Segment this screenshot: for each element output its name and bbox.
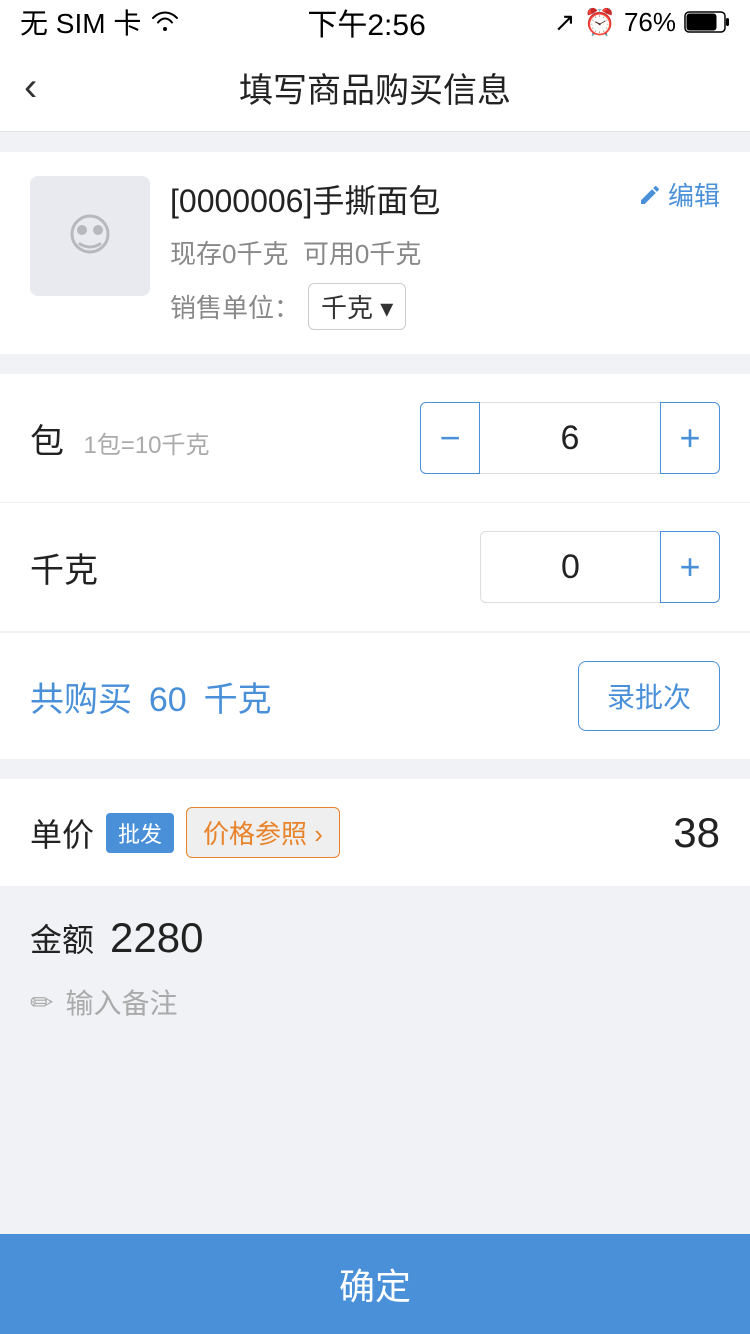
product-logo-icon bbox=[60, 206, 120, 266]
product-thumbnail bbox=[30, 176, 150, 296]
page-title: 填写商品购买信息 bbox=[239, 63, 511, 112]
status-bar: 无 SIM 卡 下午2:56 ↗ ⏰ 76% bbox=[0, 0, 750, 44]
bao-row: 包 1包=10千克 − + bbox=[0, 374, 750, 503]
quantity-section: 包 1包=10千克 − + 千克 + 共购买 60 千克 录批次 bbox=[0, 374, 750, 759]
status-time: 下午2:56 bbox=[307, 0, 425, 44]
wifi-icon bbox=[151, 6, 179, 38]
product-stock: 现存0千克 可用0千克 bbox=[170, 234, 720, 271]
total-row: 共购买 60 千克 录批次 bbox=[0, 632, 750, 759]
price-row: 单价 批发 价格参照 › 38 bbox=[30, 807, 720, 858]
price-value: 38 bbox=[673, 809, 720, 857]
confirm-button[interactable]: 确定 bbox=[0, 1234, 750, 1334]
kg-increment-button[interactable]: + bbox=[660, 531, 720, 603]
total-text: 共购买 60 千克 bbox=[30, 672, 272, 721]
edit-button[interactable]: 编辑 bbox=[638, 176, 720, 213]
note-icon: ✏ bbox=[30, 986, 53, 1019]
product-unit: 销售单位： 千克 ▾ bbox=[170, 283, 720, 330]
product-card: [0000006]手撕面包 现存0千克 可用0千克 销售单位： 千克 ▾ 编辑 bbox=[0, 152, 750, 354]
kg-row: 千克 + bbox=[0, 503, 750, 632]
bao-increment-button[interactable]: + bbox=[660, 402, 720, 474]
back-button[interactable]: ‹ bbox=[24, 65, 37, 110]
note-placeholder: 输入备注 bbox=[65, 982, 177, 1022]
amount-value: 2280 bbox=[110, 914, 203, 962]
nav-bar: ‹ 填写商品购买信息 bbox=[0, 44, 750, 132]
battery-icon bbox=[684, 11, 730, 33]
amount-row: 金额 2280 bbox=[30, 914, 720, 962]
note-row[interactable]: ✏ 输入备注 bbox=[30, 982, 720, 1022]
price-tag: 批发 bbox=[106, 813, 174, 853]
price-label: 单价 批发 价格参照 › bbox=[30, 807, 340, 858]
price-reference-button[interactable]: 价格参照 › bbox=[186, 807, 340, 858]
edit-icon bbox=[638, 183, 662, 207]
alarm-icon: ⏰ bbox=[584, 7, 616, 38]
kg-controls: + bbox=[480, 531, 720, 603]
kg-label: 千克 bbox=[30, 543, 480, 592]
price-section: 单价 批发 价格参照 › 38 bbox=[0, 779, 750, 886]
confirm-label: 确定 bbox=[339, 1258, 411, 1310]
status-right: ↗ ⏰ 76% bbox=[554, 7, 730, 38]
unit-select[interactable]: 千克 ▾ bbox=[308, 283, 406, 330]
status-left: 无 SIM 卡 bbox=[20, 2, 179, 42]
bao-input[interactable] bbox=[480, 402, 660, 474]
sim-label: 无 SIM 卡 bbox=[20, 2, 141, 42]
kg-input[interactable] bbox=[480, 531, 660, 603]
bao-hint: 1包=10千克 bbox=[83, 432, 209, 459]
amount-label: 金额 bbox=[30, 915, 94, 961]
bao-label: 包 1包=10千克 bbox=[30, 414, 420, 463]
record-batch-button[interactable]: 录批次 bbox=[578, 661, 720, 731]
battery-label: 76% bbox=[624, 7, 676, 38]
location-icon: ↗ bbox=[554, 7, 576, 38]
bao-decrement-button[interactable]: − bbox=[420, 402, 480, 474]
bottom-spacer bbox=[0, 1050, 750, 1170]
amount-section: 金额 2280 ✏ 输入备注 bbox=[0, 886, 750, 1050]
bao-controls: − + bbox=[420, 402, 720, 474]
